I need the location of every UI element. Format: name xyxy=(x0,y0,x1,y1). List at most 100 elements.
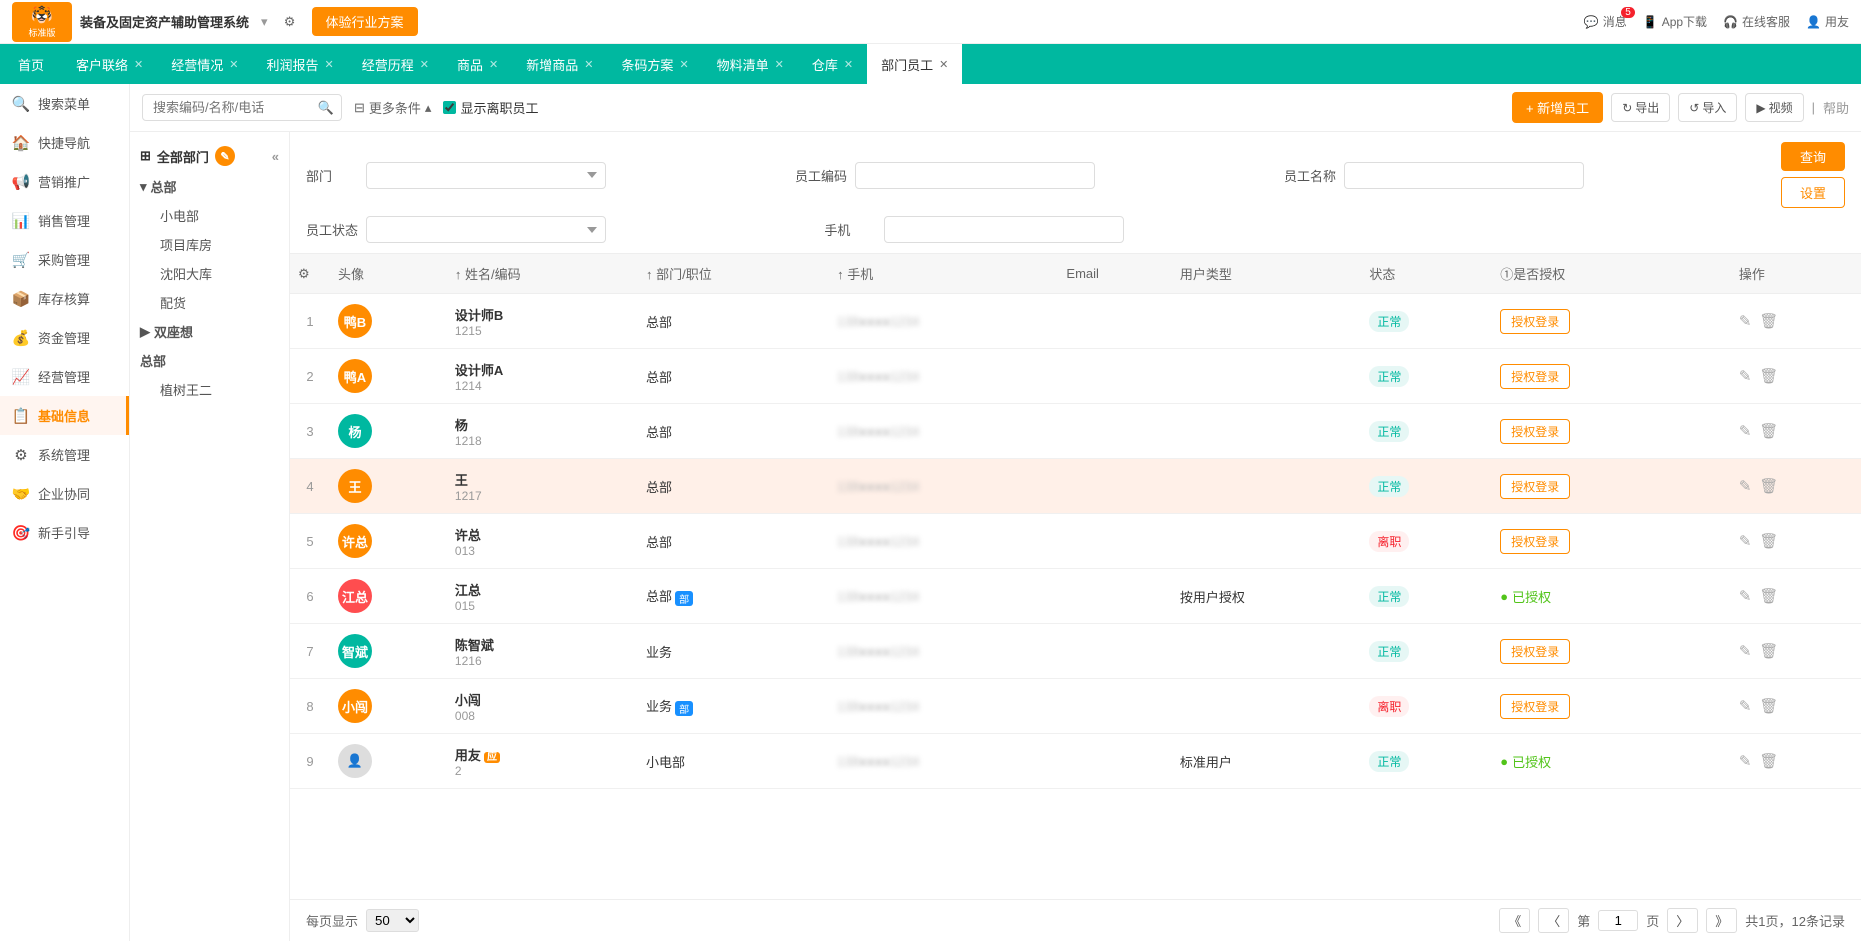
tab-profit[interactable]: 利润报告✕ xyxy=(252,44,347,84)
system-dropdown-arrow[interactable]: ▾ xyxy=(261,14,268,30)
prev-page-button[interactable]: 〈 xyxy=(1538,908,1569,933)
close-goods-tab[interactable]: ✕ xyxy=(489,58,498,71)
search-button[interactable]: 查询 xyxy=(1781,142,1845,171)
tab-journey[interactable]: 经营历程✕ xyxy=(348,44,443,84)
close-warehouse-tab[interactable]: ✕ xyxy=(844,58,853,71)
search-submit-icon[interactable]: 🔍 xyxy=(318,100,334,116)
tab-department[interactable]: 部门员工✕ xyxy=(867,44,962,84)
search-input[interactable] xyxy=(142,94,342,121)
sidebar-item-guide[interactable]: 🎯 新手引导 xyxy=(0,513,129,552)
tab-warehouse[interactable]: 仓库✕ xyxy=(798,44,867,84)
service-button[interactable]: 🎧 在线客服 xyxy=(1723,13,1790,30)
tab-bom[interactable]: 物料清单✕ xyxy=(703,44,798,84)
sidebar-item-system[interactable]: ⚙ 系统管理 xyxy=(0,435,129,474)
trial-button[interactable]: 体验行业方案 xyxy=(312,7,418,36)
last-page-button[interactable]: 》 xyxy=(1706,908,1737,933)
auth-button[interactable]: 授权登录 xyxy=(1500,309,1570,334)
tab-customer[interactable]: 客户联络✕ xyxy=(62,44,157,84)
auth-button[interactable]: 授权登录 xyxy=(1500,529,1570,554)
delete-icon[interactable]: 🗑 xyxy=(1759,312,1778,330)
sidebar-label-search: 搜索菜单 xyxy=(38,94,90,113)
sidebar-item-search[interactable]: 🔍 搜索菜单 xyxy=(0,84,129,123)
close-department-tab[interactable]: ✕ xyxy=(939,58,948,71)
dept-select[interactable] xyxy=(366,162,606,189)
tab-add-goods[interactable]: 新增商品✕ xyxy=(512,44,607,84)
sidebar-item-marketing[interactable]: 📢 营销推广 xyxy=(0,162,129,201)
help-btn[interactable]: | xyxy=(1812,100,1815,115)
tree-node-distribution[interactable]: 配货 xyxy=(130,288,289,317)
add-employee-button[interactable]: + 新增员工 xyxy=(1512,92,1603,123)
edit-icon[interactable]: ✎ xyxy=(1739,477,1752,495)
edit-icon[interactable]: ✎ xyxy=(1739,697,1752,715)
edit-icon[interactable]: ✎ xyxy=(1739,422,1752,440)
tab-goods[interactable]: 商品✕ xyxy=(443,44,512,84)
user-menu[interactable]: 👤 用友 xyxy=(1806,13,1849,30)
tab-home[interactable]: 首页 xyxy=(0,44,62,84)
edit-icon[interactable]: ✎ xyxy=(1739,312,1752,330)
tree-node-root[interactable]: ▾ 总部 xyxy=(130,172,289,201)
close-operation-tab[interactable]: ✕ xyxy=(229,58,238,71)
edit-icon[interactable]: ✎ xyxy=(1739,532,1752,550)
close-bom-tab[interactable]: ✕ xyxy=(775,58,784,71)
auth-button[interactable]: 授权登录 xyxy=(1500,474,1570,499)
tree-node-xiao[interactable]: 小电部 xyxy=(130,201,289,230)
gear-icon[interactable]: ⚙ xyxy=(276,8,304,36)
close-journey-tab[interactable]: ✕ xyxy=(420,58,429,71)
sidebar-item-finance[interactable]: 💰 资金管理 xyxy=(0,318,129,357)
emp-name-input[interactable] xyxy=(1344,162,1584,189)
delete-icon[interactable]: 🗑 xyxy=(1759,532,1778,550)
tree-edit-icon[interactable]: ✎ xyxy=(215,146,235,166)
tree-node-zhishu[interactable]: 植树王二 xyxy=(130,375,289,404)
per-page-select[interactable]: 50 100 xyxy=(366,909,419,932)
emp-code-input[interactable] xyxy=(855,162,1095,189)
close-add-goods-tab[interactable]: ✕ xyxy=(584,58,593,71)
delete-icon[interactable]: 🗑 xyxy=(1759,642,1778,660)
auth-button[interactable]: 授权登录 xyxy=(1500,419,1570,444)
sidebar-item-management[interactable]: 📈 经营管理 xyxy=(0,357,129,396)
page-number-input[interactable] xyxy=(1598,910,1638,931)
auth-button[interactable]: 授权登录 xyxy=(1500,364,1570,389)
video-button[interactable]: ▶ 视频 xyxy=(1745,93,1803,122)
next-page-button[interactable]: 〉 xyxy=(1667,908,1698,933)
set-button[interactable]: 设置 xyxy=(1781,177,1845,208)
filter-more-button[interactable]: ⊟ 更多条件 ▴ xyxy=(354,98,431,117)
delete-icon[interactable]: 🗑 xyxy=(1759,367,1778,385)
emp-status-select[interactable] xyxy=(366,216,606,243)
import-button[interactable]: ↺ 导入 xyxy=(1678,93,1737,122)
sidebar-item-purchase[interactable]: 🛒 采购管理 xyxy=(0,240,129,279)
sidebar-item-sales[interactable]: 📊 销售管理 xyxy=(0,201,129,240)
show-resigned-checkbox[interactable]: 显示离职员工 xyxy=(443,98,538,117)
tree-node-shuangzuo[interactable]: ▶ 双座想 xyxy=(130,317,289,346)
sidebar-item-collab[interactable]: 🤝 企业协同 xyxy=(0,474,129,513)
delete-icon[interactable]: 🗑 xyxy=(1759,477,1778,495)
close-customer-tab[interactable]: ✕ xyxy=(134,58,143,71)
help-label[interactable]: 帮助 xyxy=(1823,98,1849,117)
delete-icon[interactable]: 🗑 xyxy=(1759,752,1778,770)
delete-icon[interactable]: 🗑 xyxy=(1759,587,1778,605)
settings-icon[interactable]: ⚙ xyxy=(298,266,310,281)
tree-node-shenyang[interactable]: 沈阳大库 xyxy=(130,259,289,288)
export-button[interactable]: ↻ 导出 xyxy=(1611,93,1670,122)
edit-icon[interactable]: ✎ xyxy=(1739,587,1752,605)
tree-node-zongbu[interactable]: 总部 xyxy=(130,346,289,375)
app-download-button[interactable]: 📱 App下载 xyxy=(1643,13,1707,30)
edit-icon[interactable]: ✎ xyxy=(1739,367,1752,385)
delete-icon[interactable]: 🗑 xyxy=(1759,697,1778,715)
sidebar-item-basic[interactable]: 📋 基础信息 xyxy=(0,396,129,435)
tree-collapse-icon[interactable]: « xyxy=(272,149,279,164)
edit-icon[interactable]: ✎ xyxy=(1739,752,1752,770)
phone-input[interactable] xyxy=(884,216,1124,243)
auth-button[interactable]: 授权登录 xyxy=(1500,694,1570,719)
tab-operation[interactable]: 经营情况✕ xyxy=(157,44,252,84)
edit-icon[interactable]: ✎ xyxy=(1739,642,1752,660)
sidebar-item-inventory[interactable]: 📦 库存核算 xyxy=(0,279,129,318)
message-button[interactable]: 💬 消息 5 xyxy=(1584,13,1627,30)
first-page-button[interactable]: 《 xyxy=(1499,908,1530,933)
close-profit-tab[interactable]: ✕ xyxy=(325,58,334,71)
tree-node-project[interactable]: 项目库房 xyxy=(130,230,289,259)
delete-icon[interactable]: 🗑 xyxy=(1759,422,1778,440)
close-barcode-tab[interactable]: ✕ xyxy=(679,58,688,71)
auth-button[interactable]: 授权登录 xyxy=(1500,639,1570,664)
sidebar-item-nav[interactable]: 🏠 快捷导航 xyxy=(0,123,129,162)
tab-barcode[interactable]: 条码方案✕ xyxy=(607,44,702,84)
